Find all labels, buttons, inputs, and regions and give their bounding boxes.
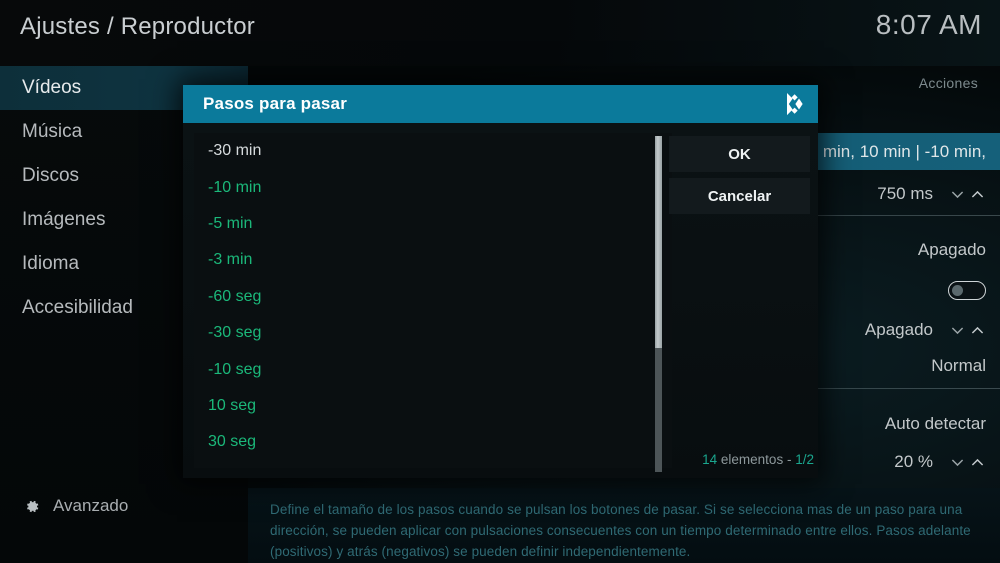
setting-value: 750 ms (877, 184, 933, 203)
setting-value: 20 % (894, 452, 933, 471)
chevron-up-icon (971, 190, 984, 198)
spinner-control[interactable] (949, 322, 986, 339)
chevron-down-icon (951, 190, 964, 198)
chevron-up-icon (971, 458, 984, 466)
list-item-label: 10 seg (208, 396, 257, 414)
setting-value: Auto detectar (884, 414, 986, 433)
list-item[interactable]: 10 seg (194, 388, 672, 424)
list-scrollbar-thumb[interactable] (655, 136, 662, 348)
sidebar-item-label: Accesibilidad (22, 297, 133, 318)
list-item[interactable]: -60 seg (194, 279, 672, 315)
advanced-settings-button[interactable]: Avanzado (0, 487, 248, 525)
item-count-label: 14 elementos - 1/2 (669, 452, 814, 467)
chevron-down-icon (951, 326, 964, 334)
chevron-up-icon (971, 326, 984, 334)
list-item-label: 30 seg (208, 433, 257, 451)
list-item[interactable]: -30 seg (194, 315, 672, 351)
setting-value: min, 10 min | -10 min, (822, 141, 986, 161)
spinner-control[interactable] (949, 454, 986, 471)
setting-value: Apagado (864, 320, 933, 339)
list-item-label: -60 seg (208, 287, 262, 305)
cancel-button-label: Cancelar (707, 187, 772, 205)
description-text: Define el tamaño de los pasos cuando se … (270, 502, 971, 559)
spinner-control[interactable] (949, 186, 986, 203)
kodi-logo-icon (778, 89, 808, 119)
ok-button[interactable]: OK (669, 136, 810, 172)
sidebar-item-label: Vídeos (22, 77, 82, 98)
list-item[interactable]: -10 seg (194, 351, 672, 387)
gear-icon (22, 497, 41, 516)
list-item[interactable]: -3 min (194, 242, 672, 278)
sidebar-item-label: Música (22, 121, 83, 142)
sidebar-item-label: Discos (22, 165, 80, 186)
page-title: Ajustes / Reproductor (20, 13, 255, 40)
list-item-label: -3 min (208, 251, 253, 269)
dialog-title: Pasos para pasar (203, 94, 348, 113)
setting-value: Normal (931, 356, 986, 375)
top-bar: Ajustes / Reproductor 8:07 AM (0, 0, 1000, 66)
section-header: Acciones (918, 75, 978, 91)
list-item[interactable]: 30 seg (194, 424, 672, 460)
setting-value: Apagado (917, 240, 986, 259)
dialog-header: Pasos para pasar (183, 85, 818, 123)
list-scrollbar[interactable] (655, 136, 662, 472)
item-count-page: 1/2 (795, 452, 814, 467)
list-item-label: -10 min (208, 178, 262, 196)
sidebar-item-label: Imágenes (22, 209, 106, 230)
toggle-switch[interactable] (948, 280, 986, 300)
description-bar: Define el tamaño de los pasos cuando se … (248, 488, 1000, 563)
item-count-number: 14 (702, 452, 718, 467)
list-item-label: -5 min (208, 214, 253, 232)
kodi-settings-screen: Ajustes / Reproductor 8:07 AM Vídeos Mús… (0, 0, 1000, 563)
advanced-label: Avanzado (53, 496, 129, 515)
dialog-body: -30 min -10 min -5 min -3 min -60 seg -3… (183, 123, 818, 478)
list-item[interactable]: -30 min (194, 133, 672, 169)
list-item[interactable]: -10 min (194, 169, 672, 205)
options-list[interactable]: -30 min -10 min -5 min -3 min -60 seg -3… (194, 133, 672, 468)
cancel-button[interactable]: Cancelar (669, 178, 810, 214)
chevron-down-icon (951, 458, 964, 466)
list-item-label: -30 seg (208, 324, 262, 342)
item-count-word: elementos - (720, 452, 792, 467)
list-item[interactable]: -5 min (194, 206, 672, 242)
sidebar-item-label: Idioma (22, 253, 80, 274)
ok-button-label: OK (728, 145, 751, 163)
clock: 8:07 AM (875, 9, 982, 40)
list-item-label: -10 seg (208, 360, 262, 378)
list-item-label: -30 min (208, 142, 262, 160)
